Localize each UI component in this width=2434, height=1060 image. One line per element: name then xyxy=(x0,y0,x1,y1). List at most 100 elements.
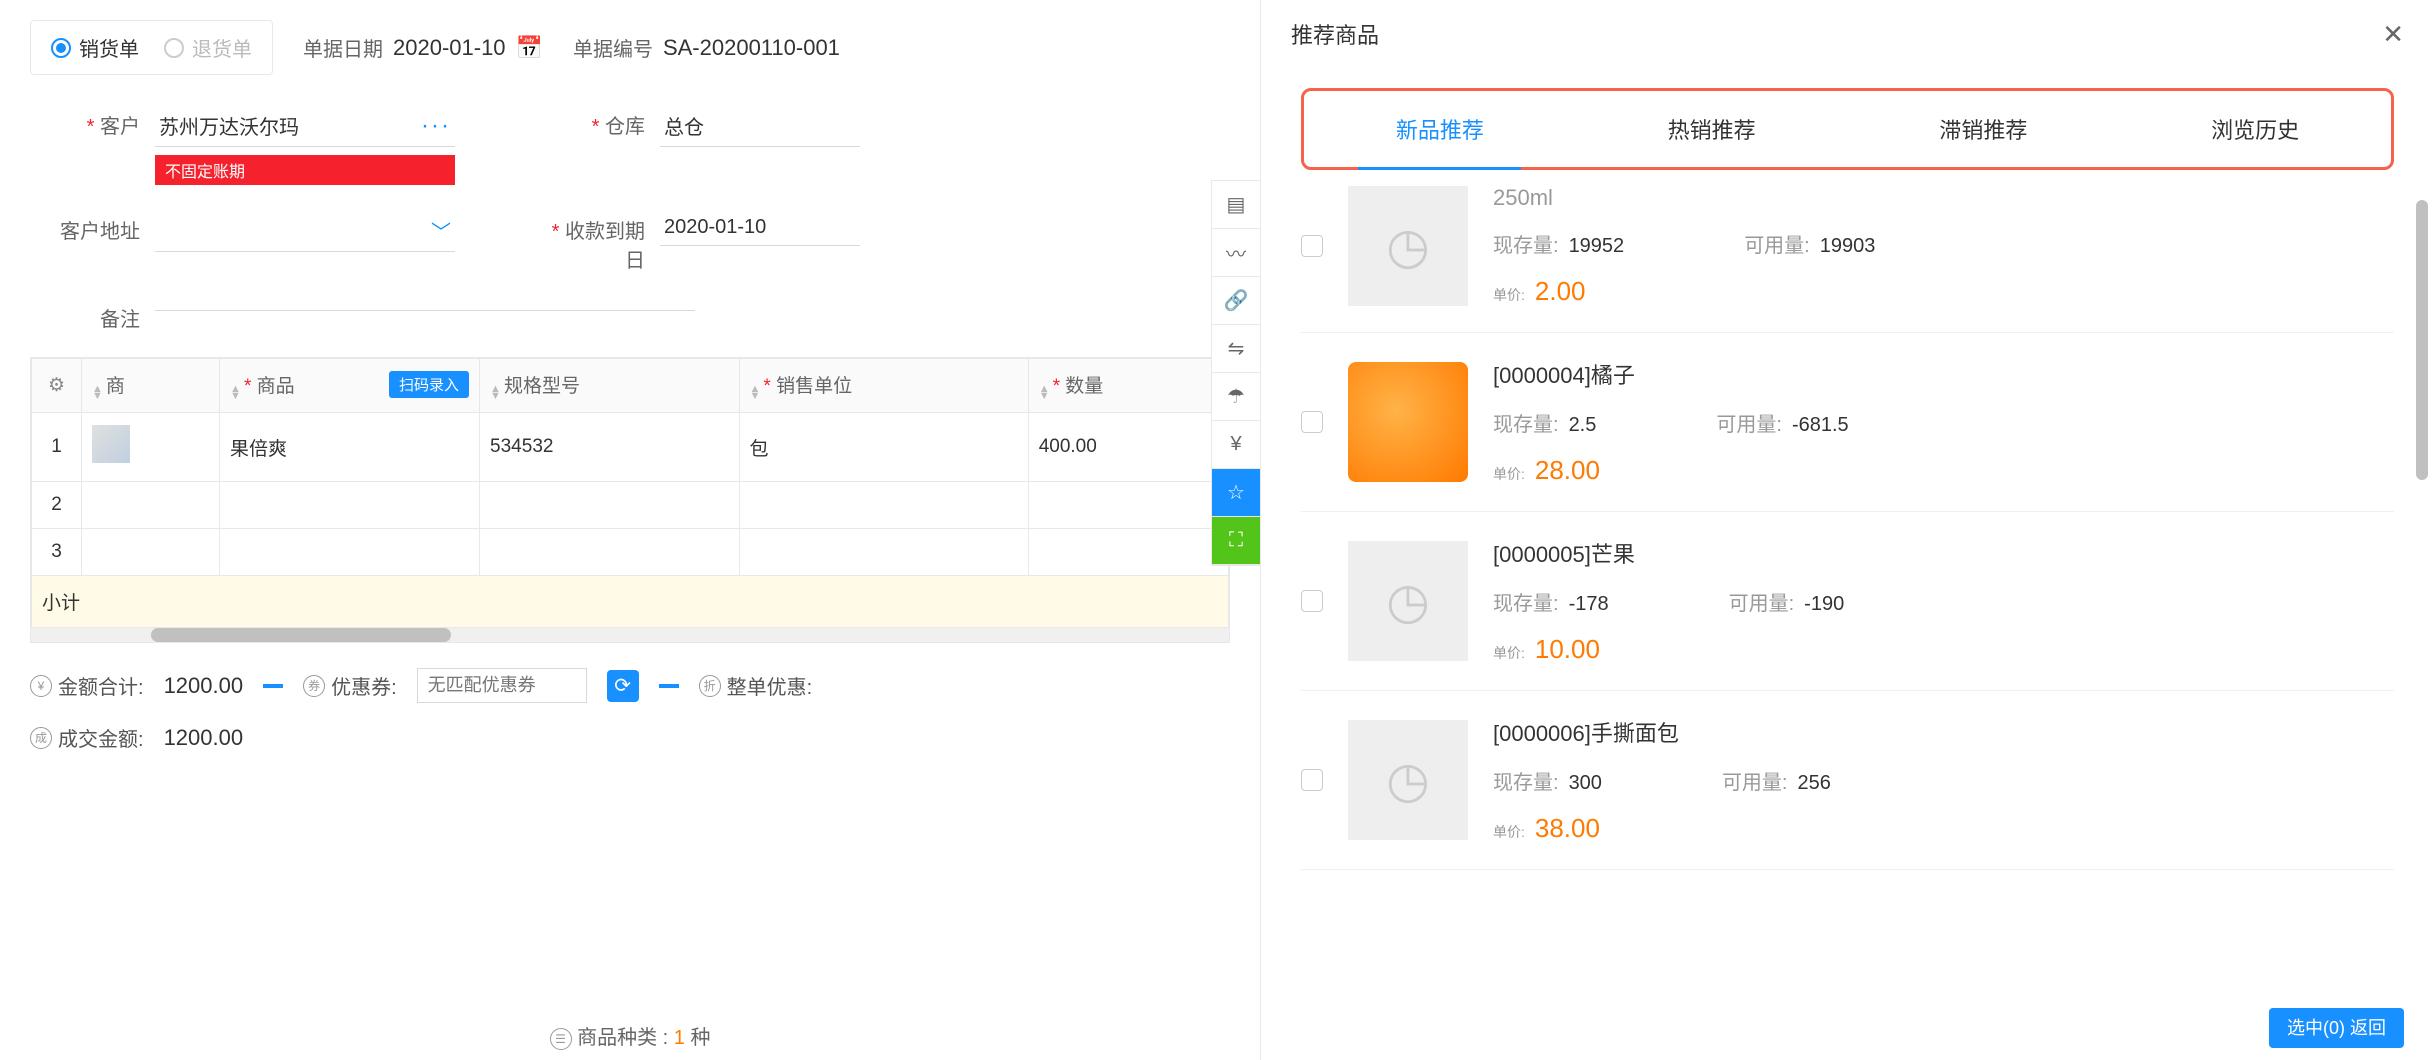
footer-unit: 种 xyxy=(690,1027,710,1049)
sale-order-radio[interactable]: 销货单 xyxy=(51,33,139,62)
return-order-label: 退货单 xyxy=(192,33,252,62)
product-name: [0000006]手撕面包 xyxy=(1493,716,2394,748)
price-label: 单价: xyxy=(1493,287,1525,303)
recommend-tabs: 新品推荐热销推荐滞销推荐浏览历史 xyxy=(1301,88,2394,170)
recommend-tab-2[interactable]: 滞销推荐 xyxy=(1848,91,2120,167)
close-icon[interactable]: ✕ xyxy=(2382,19,2404,50)
price-label: 单价: xyxy=(1493,824,1525,840)
gear-icon[interactable]: ⚙ xyxy=(48,375,65,396)
customer-lookup-icon[interactable]: ··· xyxy=(421,112,451,140)
footer-label: 商品种类 : xyxy=(577,1027,668,1049)
product-name: [0000004]橘子 xyxy=(1493,358,2394,390)
product-item[interactable]: [0000004]橘子 现存量:2.5 可用量:-681.5 单价:28.00 xyxy=(1301,333,2394,512)
stock-value: 300 xyxy=(1569,772,1602,794)
product-item[interactable]: ◷ 250ml 现存量:19952 可用量:19903 单价:2.00 xyxy=(1301,185,2394,333)
side-swap-icon[interactable]: ⇋ xyxy=(1212,325,1260,373)
due-input[interactable]: 2020-01-10 xyxy=(660,210,860,246)
address-input[interactable]: ﹀ xyxy=(155,210,455,252)
side-link-icon[interactable]: 🔗 xyxy=(1212,277,1260,325)
chevron-down-icon[interactable]: ﹀ xyxy=(431,216,451,245)
line-items-table: ⚙ ▲▼商 ▲▼* 商品扫码录入 ▲▼规格型号 ▲▼* 销售单位 ▲▼* 数量 … xyxy=(30,357,1230,643)
footer-count: 1 xyxy=(674,1027,685,1049)
customer-value: 苏州万达沃尔玛 xyxy=(159,111,299,140)
product-list[interactable]: ◷ 250ml 现存量:19952 可用量:19903 单价:2.00 [000… xyxy=(1261,185,2434,1060)
product-item[interactable]: ◷ [0000005]芒果 现存量:-178 可用量:-190 单价:10.00 xyxy=(1301,512,2394,691)
recommend-tab-1[interactable]: 热销推荐 xyxy=(1576,91,1848,167)
side-expand-icon[interactable]: ⛶ xyxy=(1212,517,1260,565)
price-value: 28.00 xyxy=(1535,455,1600,485)
side-umbrella-icon[interactable]: ☂ xyxy=(1212,373,1260,421)
product-checkbox[interactable] xyxy=(1301,590,1323,612)
price-value: 2.00 xyxy=(1535,276,1586,306)
product-thumb xyxy=(92,425,130,463)
price-label: 单价: xyxy=(1493,466,1525,482)
stock-value: -178 xyxy=(1569,593,1609,615)
side-currency-icon[interactable]: ¥ xyxy=(1212,421,1260,469)
scan-input-button[interactable]: 扫码录入 xyxy=(389,371,469,398)
subtotal-row: 小计 xyxy=(32,576,1229,628)
available-value: -190 xyxy=(1804,593,1844,615)
coupon-label: 优惠券: xyxy=(331,671,397,700)
available-label: 可用量: xyxy=(1744,235,1810,257)
product-image: ◷ xyxy=(1348,186,1468,306)
minus-icon xyxy=(263,684,283,688)
col-qty[interactable]: ▲▼* 数量 xyxy=(1028,359,1228,413)
doc-date-field[interactable]: 单据日期 2020-01-10 📅 xyxy=(303,33,543,62)
product-checkbox[interactable] xyxy=(1301,411,1323,433)
remark-input[interactable] xyxy=(155,298,695,311)
stock-label: 现存量: xyxy=(1493,772,1559,794)
stock-label: 现存量: xyxy=(1493,235,1559,257)
side-star-icon[interactable]: ☆ xyxy=(1212,469,1260,517)
product-name: [0000005]芒果 xyxy=(1493,537,2394,569)
doc-type-tabs: 销货单 退货单 xyxy=(30,20,273,75)
side-list-icon[interactable]: ▤ xyxy=(1212,181,1260,229)
stock-label: 现存量: xyxy=(1493,593,1559,615)
available-value: 256 xyxy=(1798,772,1831,794)
horizontal-scrollbar[interactable] xyxy=(31,628,1229,642)
available-label: 可用量: xyxy=(1716,414,1782,436)
product-image: ◷ xyxy=(1348,541,1468,661)
product-image xyxy=(1348,362,1468,482)
col-product[interactable]: ▲▼* 商品扫码录入 xyxy=(220,359,480,413)
customer-badge: 不固定账期 xyxy=(155,155,455,185)
yen-icon: ¥ xyxy=(30,675,52,697)
return-order-radio[interactable]: 退货单 xyxy=(164,33,252,62)
col-spec[interactable]: ▲▼规格型号 xyxy=(480,359,739,413)
discount-icon: 折 xyxy=(699,675,721,697)
coupon-input[interactable] xyxy=(417,668,587,703)
product-image: ◷ xyxy=(1348,720,1468,840)
recommend-tab-3[interactable]: 浏览历史 xyxy=(2119,91,2391,167)
select-return-button[interactable]: 选中(0) 返回 xyxy=(2269,1008,2404,1048)
stock-value: 19952 xyxy=(1569,235,1625,257)
side-chart-icon[interactable]: 〰 xyxy=(1212,229,1260,277)
available-label: 可用量: xyxy=(1722,772,1788,794)
refresh-button[interactable]: ⟳ xyxy=(607,670,639,702)
product-checkbox[interactable] xyxy=(1301,769,1323,791)
warehouse-input[interactable]: 总仓 xyxy=(660,105,860,147)
customer-input[interactable]: 苏州万达沃尔玛 ··· xyxy=(155,105,455,147)
product-item[interactable]: ◷ [0000006]手撕面包 现存量:300 可用量:256 单价:38.00 xyxy=(1301,691,2394,870)
footer-summary: ☰ 商品种类 : 1 种 xyxy=(0,1021,1260,1050)
price-value: 10.00 xyxy=(1535,634,1600,664)
deal-value: 1200.00 xyxy=(164,725,244,751)
col-idx[interactable]: ▲▼商 xyxy=(82,359,220,413)
table-row[interactable]: 2 xyxy=(32,482,1229,529)
col-unit[interactable]: ▲▼* 销售单位 xyxy=(739,359,1028,413)
vertical-scrollbar[interactable] xyxy=(2416,200,2428,480)
calendar-icon[interactable]: 📅 xyxy=(516,35,543,61)
recommend-tab-0[interactable]: 新品推荐 xyxy=(1304,91,1576,167)
due-label: 收款到期日 xyxy=(535,210,645,273)
deal-icon: 成 xyxy=(30,727,52,749)
discount-label: 整单优惠: xyxy=(727,671,813,700)
product-checkbox[interactable] xyxy=(1301,235,1323,257)
side-toolbar: ▤ 〰 🔗 ⇋ ☂ ¥ ☆ ⛶ xyxy=(1211,180,1261,566)
product-name: 250ml xyxy=(1493,185,2394,211)
available-value: -681.5 xyxy=(1792,414,1849,436)
warehouse-value: 总仓 xyxy=(664,111,704,140)
remark-label: 备注 xyxy=(30,298,140,332)
deal-label: 成交金额: xyxy=(58,723,144,752)
table-row[interactable]: 3 xyxy=(32,529,1229,576)
warehouse-label: 仓库 xyxy=(535,105,645,139)
amount-label: 金额合计: xyxy=(58,671,144,700)
table-row[interactable]: 1果倍爽534532包400.00 xyxy=(32,413,1229,482)
